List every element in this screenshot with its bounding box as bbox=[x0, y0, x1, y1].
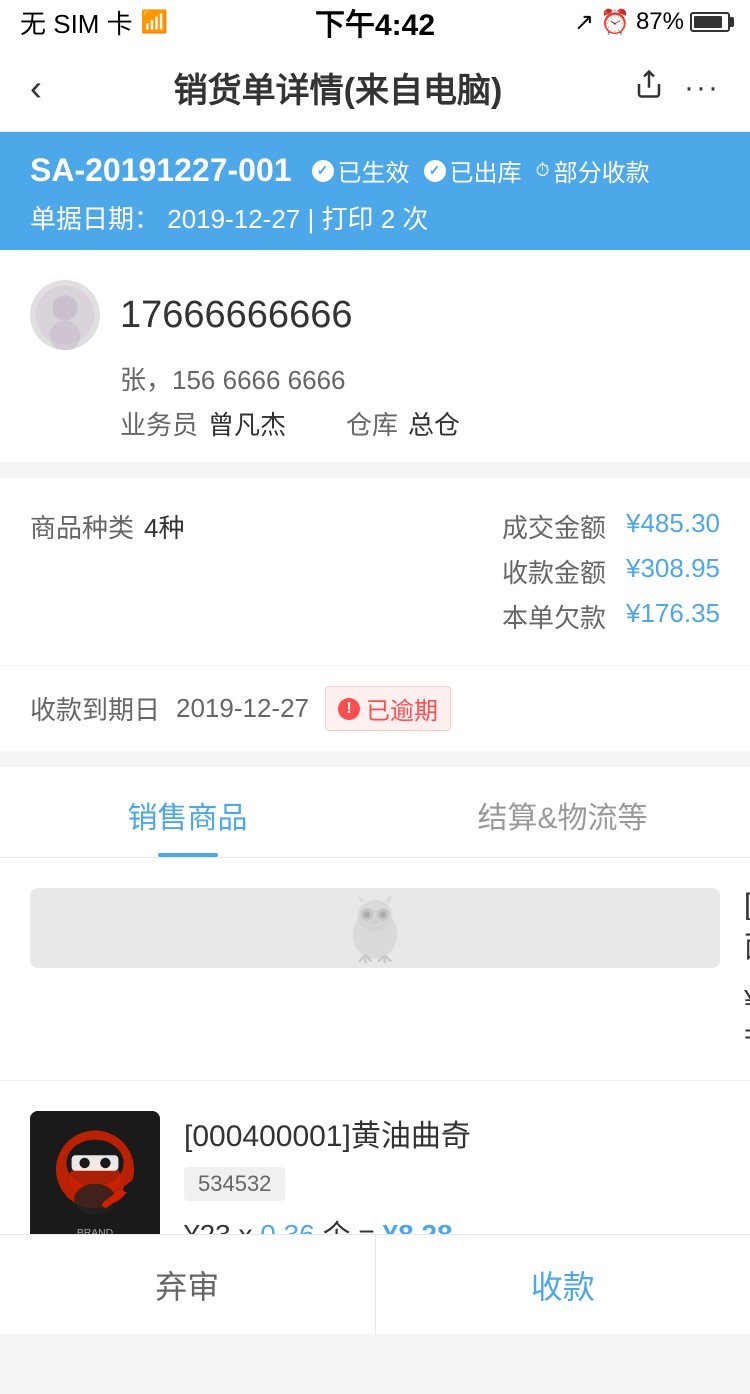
banner-date-row: 单据日期： 2019-12-27 | 打印 2 次 bbox=[30, 199, 720, 236]
badge-partial: ⏱ 部分收款 bbox=[536, 153, 650, 188]
status-carrier: 无 SIM 卡 📶 bbox=[20, 4, 168, 41]
product-image-2: BRAND bbox=[30, 1111, 160, 1241]
print-label: 打印 bbox=[321, 204, 373, 234]
summary-section: 商品种类 4种 成交金额 ¥485.30 收款金额 ¥308.95 本单欠款 ¥… bbox=[0, 478, 750, 665]
alarm-icon: ⏰ bbox=[600, 8, 630, 37]
product-price-1: ¥40 x 5 袋 = ¥199.99 bbox=[744, 978, 750, 1050]
badge-effective: ✓ 已生效 bbox=[312, 153, 410, 188]
nav-bar: ‹ 销货单详情(来自电脑) ··· bbox=[0, 44, 750, 132]
order-date: 2019-12-27 bbox=[167, 204, 300, 234]
badge-shipped-label: 已出库 bbox=[450, 153, 522, 188]
overdue-badge: ! 已逾期 bbox=[325, 686, 451, 731]
product-details-1: [0000002]面包 ¥40 x 5 袋 = ¥199.99 bbox=[744, 888, 750, 1050]
product-type-item: 商品种类 4种 bbox=[30, 508, 184, 545]
tab-settlement[interactable]: 结算&物流等 bbox=[375, 767, 750, 857]
received-amount-label: 收款金额 bbox=[502, 553, 606, 590]
due-label: 收款到期日 bbox=[30, 690, 160, 727]
badge-partial-label: 部分收款 bbox=[554, 153, 650, 188]
clock-icon: ⏱ bbox=[536, 160, 550, 181]
date-label: 单据日期： bbox=[30, 204, 160, 234]
customer-row: 17666666666 bbox=[30, 280, 720, 350]
staff-row: 业务员 曾凡杰 仓库 总仓 bbox=[30, 405, 720, 442]
tab-sales-label: 销售商品 bbox=[128, 802, 248, 835]
warehouse-item: 仓库 总仓 bbox=[346, 405, 460, 442]
cancel-label: 弃审 bbox=[155, 1262, 219, 1308]
summary-right: 成交金额 ¥485.30 收款金额 ¥308.95 本单欠款 ¥176.35 bbox=[502, 508, 720, 635]
pay-label: 收款 bbox=[531, 1262, 595, 1308]
summary-row: 商品种类 4种 成交金额 ¥485.30 收款金额 ¥308.95 本单欠款 ¥… bbox=[30, 508, 720, 635]
overdue-icon: ! bbox=[338, 698, 360, 720]
banner-row1: SA-20191227-001 ✓ 已生效 ✓ 已出库 ⏱ 部分收款 bbox=[30, 152, 720, 189]
print-count-val: 2 bbox=[381, 204, 395, 234]
print-separator: | bbox=[307, 204, 321, 234]
battery-fill bbox=[694, 16, 722, 28]
more-button[interactable]: ··· bbox=[684, 71, 720, 105]
customer-section: 17666666666 张，156 6666 6666 业务员 曾凡杰 仓库 总… bbox=[0, 250, 750, 462]
deal-amount-label: 成交金额 bbox=[502, 508, 606, 545]
product-name-2: [000400001]黄油曲奇 bbox=[184, 1111, 720, 1155]
battery-bar bbox=[690, 12, 730, 32]
divider-1 bbox=[0, 462, 750, 478]
location-icon: ↗ bbox=[574, 8, 594, 37]
overdue-text: 已逾期 bbox=[366, 691, 438, 726]
page-title: 销货单详情(来自电脑) bbox=[174, 63, 503, 112]
received-amount-row: 收款金额 ¥308.95 bbox=[502, 553, 720, 590]
product-type-count: 4种 bbox=[144, 508, 184, 545]
badge-effective-label: 已生效 bbox=[338, 153, 410, 188]
price-unit-1: ¥40 bbox=[744, 984, 750, 1015]
owed-amount-row: 本单欠款 ¥176.35 bbox=[502, 598, 720, 635]
tabs-section: 销售商品 结算&物流等 bbox=[0, 767, 750, 858]
bottom-bar: 弃审 收款 bbox=[0, 1234, 750, 1334]
product-details-2: [000400001]黄油曲奇 534532 ¥23 x 0.36 个 = ¥8… bbox=[184, 1111, 720, 1253]
order-header: SA-20191227-001 ✓ 已生效 ✓ 已出库 ⏱ 部分收款 单据日期：… bbox=[0, 132, 750, 250]
share-button[interactable] bbox=[634, 69, 664, 107]
list-item: [0000002]面包 ¥40 x 5 袋 = ¥199.99 bbox=[0, 858, 750, 1081]
product-image-1 bbox=[30, 888, 720, 968]
tab-settlement-label: 结算&物流等 bbox=[477, 802, 647, 835]
customer-name: 张，156 6666 6666 bbox=[30, 360, 720, 397]
status-badges: ✓ 已生效 ✓ 已出库 ⏱ 部分收款 bbox=[312, 153, 650, 188]
status-right: ↗ ⏰ 87% bbox=[574, 8, 730, 37]
customer-phone: 17666666666 bbox=[120, 294, 352, 337]
battery-percent: 87% bbox=[636, 8, 684, 36]
status-bar: 无 SIM 卡 📶 下午4:42 ↗ ⏰ 87% bbox=[0, 0, 750, 44]
product-list: [0000002]面包 ¥40 x 5 袋 = ¥199.99 bbox=[0, 858, 750, 1284]
owed-amount-label: 本单欠款 bbox=[502, 598, 606, 635]
price-eq-1: = bbox=[744, 1018, 750, 1049]
avatar bbox=[30, 280, 100, 350]
tabs-header: 销售商品 结算&物流等 bbox=[0, 767, 750, 858]
owed-amount: ¥176.35 bbox=[626, 598, 720, 635]
received-amount: ¥308.95 bbox=[626, 553, 720, 590]
staff-name: 曾凡杰 bbox=[208, 405, 286, 442]
warehouse-label: 仓库 bbox=[346, 405, 398, 442]
tab-sales-products[interactable]: 销售商品 bbox=[0, 767, 375, 857]
carrier-text: 无 SIM 卡 bbox=[20, 4, 133, 41]
check-icon-1: ✓ bbox=[312, 160, 334, 182]
due-date: 2019-12-27 bbox=[176, 693, 309, 724]
warehouse-name: 总仓 bbox=[408, 405, 460, 442]
staff-label: 业务员 bbox=[120, 405, 198, 442]
product-tag-2: 534532 bbox=[184, 1167, 285, 1201]
wifi-icon: 📶 bbox=[141, 9, 168, 35]
product-name-1: [0000002]面包 bbox=[744, 888, 750, 966]
back-button[interactable]: ‹ bbox=[30, 67, 42, 109]
check-icon-2: ✓ bbox=[424, 160, 446, 182]
order-id: SA-20191227-001 bbox=[30, 152, 292, 189]
print-suffix: 次 bbox=[402, 204, 428, 234]
nav-actions: ··· bbox=[634, 69, 720, 107]
deal-amount-row: 成交金额 ¥485.30 bbox=[502, 508, 720, 545]
pay-button[interactable]: 收款 bbox=[376, 1235, 750, 1334]
staff-item: 业务员 曾凡杰 bbox=[120, 405, 286, 442]
deal-amount: ¥485.30 bbox=[626, 508, 720, 545]
badge-shipped: ✓ 已出库 bbox=[424, 153, 522, 188]
product-type-label: 商品种类 bbox=[30, 508, 134, 545]
due-section: 收款到期日 2019-12-27 ! 已逾期 bbox=[0, 665, 750, 751]
summary-left: 商品种类 4种 bbox=[30, 508, 184, 551]
status-time: 下午4:42 bbox=[315, 0, 435, 44]
cancel-review-button[interactable]: 弃审 bbox=[0, 1235, 376, 1334]
